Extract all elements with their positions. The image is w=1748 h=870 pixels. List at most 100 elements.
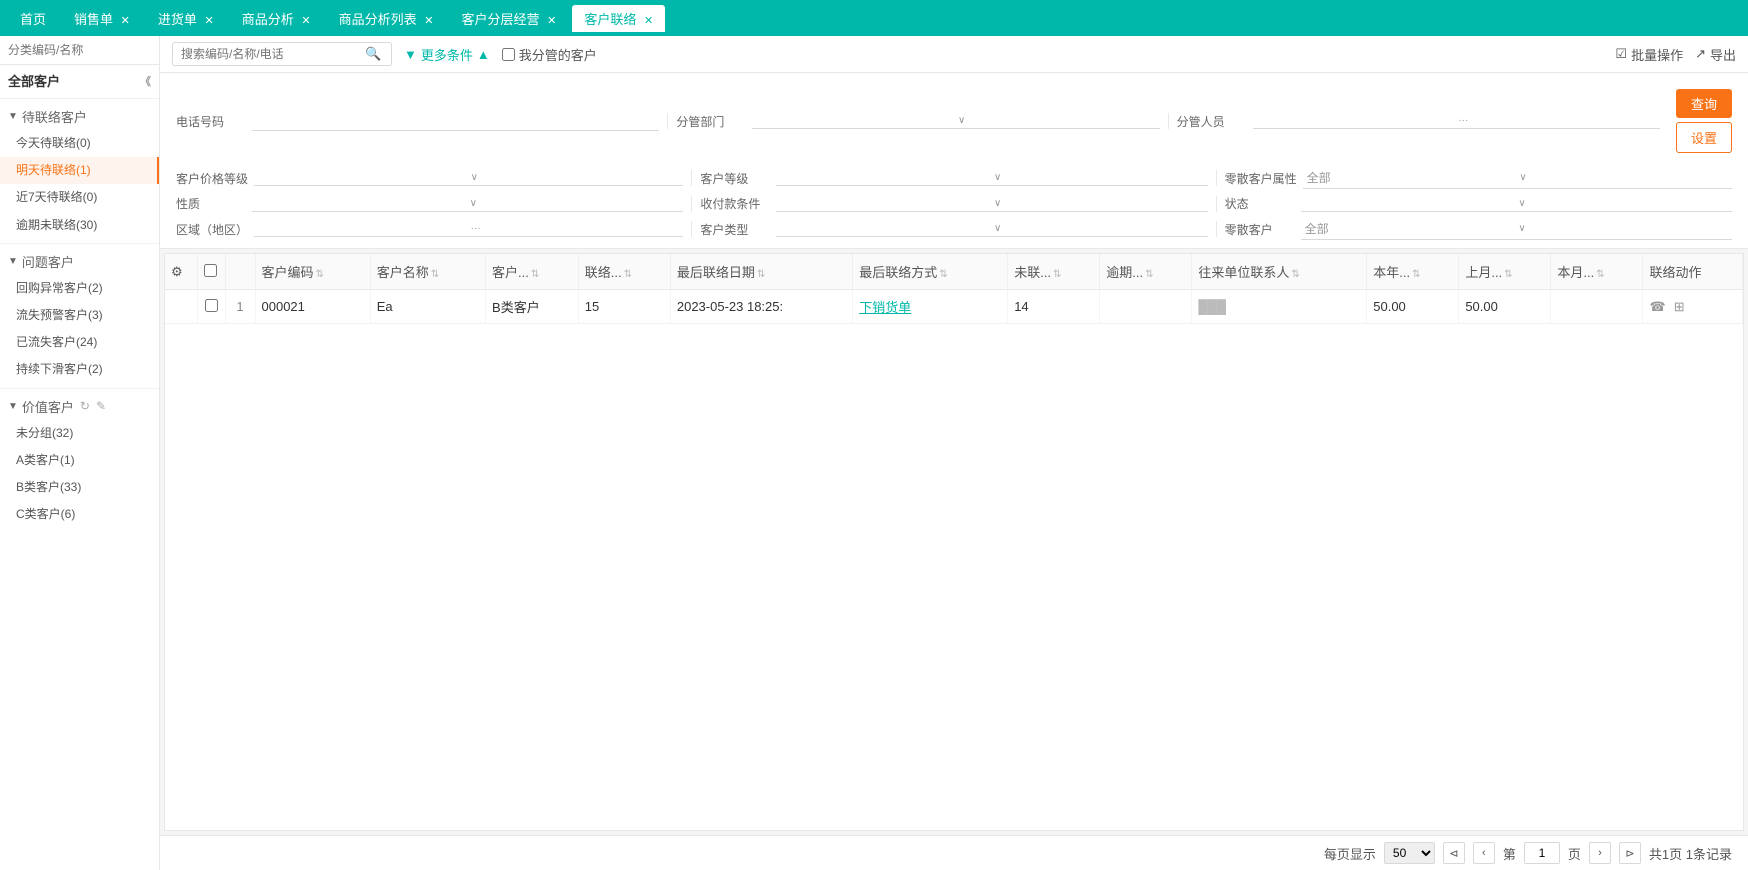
- nav-item-purchase[interactable]: 进货单 ✕: [146, 5, 226, 32]
- sidebar-problem-group[interactable]: ▼ 问题客户: [0, 248, 159, 275]
- th-contact[interactable]: 联络...⇅: [578, 254, 670, 290]
- th-checkbox[interactable]: [197, 254, 225, 290]
- th-name[interactable]: 客户名称⇅: [370, 254, 485, 290]
- main-layout: 🔍 全部客户 《 ▼ 待联络客户 今天待联络(0) 明天待联络(1) 近7天待联…: [0, 36, 1748, 870]
- filter-payment: 收付款条件 ∨: [700, 195, 1207, 212]
- filter-customer-value-select[interactable]: ∨: [254, 170, 683, 186]
- filter-area-select[interactable]: ···: [254, 221, 683, 237]
- page-input[interactable]: [1524, 842, 1560, 864]
- nav-home[interactable]: 首页: [8, 5, 58, 32]
- my-customer-checkbox[interactable]: 我分管的客户: [502, 45, 597, 64]
- sidebar-search-input[interactable]: [8, 43, 160, 57]
- sidebar-all-customers[interactable]: 全部客户 《: [0, 65, 159, 94]
- nav-close-purchase[interactable]: ✕: [205, 15, 214, 27]
- settings-btn[interactable]: 设置: [1676, 122, 1732, 153]
- sidebar-item-7days[interactable]: 近7天待联络(0): [0, 184, 159, 211]
- main-search-icon[interactable]: 🔍: [365, 46, 381, 62]
- last-page-btn[interactable]: ⊳: [1619, 842, 1641, 864]
- filter-customer-level-select[interactable]: ∨: [776, 170, 1207, 186]
- row-code[interactable]: 000021: [255, 290, 370, 324]
- row-select-checkbox[interactable]: [205, 299, 218, 312]
- filter-status-select[interactable]: ∨: [1301, 196, 1732, 212]
- sidebar-item-ungrouped[interactable]: 未分组(32): [0, 420, 159, 447]
- sidebar-item-tomorrow[interactable]: 明天待联络(1): [0, 157, 159, 184]
- th-gear[interactable]: ⚙: [165, 254, 197, 290]
- filter-divider-1: [667, 113, 668, 129]
- nav-item-customer-contact[interactable]: 客户联络 ✕: [572, 5, 665, 32]
- first-page-btn[interactable]: ⊲: [1443, 842, 1465, 864]
- row-type: B类客户: [486, 290, 579, 324]
- filter-panel: 电话号码 分管部门 ∨ 分管人员 ···: [160, 73, 1748, 249]
- nav-close-analysis-list[interactable]: ✕: [424, 15, 433, 27]
- main-search-input[interactable]: [181, 47, 361, 61]
- th-last-month[interactable]: 上月...⇅: [1459, 254, 1551, 290]
- action-grid-icon[interactable]: ⊞: [1674, 299, 1685, 315]
- sidebar-item-today[interactable]: 今天待联络(0): [0, 130, 159, 157]
- filter-retail-attr: 零散客户属性 全部 ∨: [1225, 167, 1732, 189]
- prev-page-btn[interactable]: ‹: [1473, 842, 1495, 864]
- filter-row-1: 电话号码 分管部门 ∨ 分管人员 ···: [176, 81, 1732, 161]
- filter-gender-label: 性质: [176, 195, 246, 212]
- filter-retail-select[interactable]: 全部 ∨: [1301, 218, 1732, 240]
- th-not-contacted[interactable]: 未联...⇅: [1008, 254, 1100, 290]
- filter-actions: 查询 设置: [1668, 81, 1732, 161]
- th-year[interactable]: 本年...⇅: [1367, 254, 1459, 290]
- per-page-select[interactable]: 50 100 200: [1384, 842, 1435, 864]
- row-overdue: [1100, 290, 1192, 324]
- filter-customer-type: 客户类型 ∨: [700, 221, 1207, 238]
- sidebar-item-abnormal[interactable]: 回购异常客户(2): [0, 275, 159, 302]
- filter-divider-7: [691, 221, 692, 237]
- filter-phone-input[interactable]: [252, 112, 659, 131]
- filter-retail-attr-select[interactable]: 全部 ∨: [1303, 167, 1732, 189]
- sidebar-item-churn-warning[interactable]: 流失预警客户(3): [0, 302, 159, 329]
- nav-item-sales[interactable]: 销售单 ✕: [62, 5, 142, 32]
- th-unit-contact[interactable]: 往来单位联系人⇅: [1192, 254, 1367, 290]
- sidebar-value-group[interactable]: ▼ 价值客户 ↻ ✎: [0, 393, 159, 420]
- th-code[interactable]: 客户编码⇅: [255, 254, 370, 290]
- select-all-checkbox[interactable]: [204, 264, 217, 277]
- more-filter-btn[interactable]: ▼ 更多条件 ▲: [404, 45, 490, 64]
- filter-person-select[interactable]: ···: [1253, 113, 1660, 129]
- filter-retail-attr-label: 零散客户属性: [1225, 170, 1297, 187]
- th-this-month[interactable]: 本月...⇅: [1551, 254, 1643, 290]
- nav-close-customer-contact[interactable]: ✕: [644, 15, 653, 27]
- th-type[interactable]: 客户...⇅: [486, 254, 579, 290]
- per-page-label: 每页显示: [1324, 844, 1376, 863]
- next-page-btn[interactable]: ›: [1589, 842, 1611, 864]
- row-checkbox[interactable]: [197, 290, 225, 324]
- batch-action-btn[interactable]: ☑ 批量操作: [1615, 45, 1683, 64]
- filter-dept-select[interactable]: ∨: [752, 113, 1159, 129]
- row-unit-contact: ███: [1192, 290, 1367, 324]
- nav-close-analysis[interactable]: ✕: [301, 15, 310, 27]
- nav-close-sales[interactable]: ✕: [121, 15, 130, 27]
- row-num: 1: [225, 290, 255, 324]
- th-overdue[interactable]: 逾期...⇅: [1100, 254, 1192, 290]
- sidebar-item-class-c[interactable]: C类客户(6): [0, 501, 159, 528]
- nav-item-analysis-list[interactable]: 商品分析列表 ✕: [327, 5, 446, 32]
- filter-gender-select[interactable]: ∨: [252, 196, 683, 212]
- sidebar-item-churned[interactable]: 已流失客户(24): [0, 329, 159, 356]
- action-phone-icon[interactable]: ☎: [1649, 299, 1665, 315]
- filter-person: 分管人员 ···: [1177, 113, 1660, 130]
- filter-customer-type-select[interactable]: ∨: [776, 221, 1207, 237]
- row-name[interactable]: Ea: [370, 290, 485, 324]
- row-not-contacted: 14: [1008, 290, 1100, 324]
- export-btn[interactable]: ↗ 导出: [1695, 45, 1736, 64]
- my-customer-check[interactable]: [502, 48, 515, 61]
- th-last-method[interactable]: 最后联络方式⇅: [853, 254, 1008, 290]
- sidebar-pending-group[interactable]: ▼ 待联络客户: [0, 103, 159, 130]
- th-last-date[interactable]: 最后联络日期⇅: [670, 254, 852, 290]
- nav-item-analysis[interactable]: 商品分析 ✕: [230, 5, 323, 32]
- row-last-method[interactable]: 下销货单: [853, 290, 1008, 324]
- row-contact: 15: [578, 290, 670, 324]
- nav-close-customer-tier[interactable]: ✕: [547, 15, 556, 27]
- nav-item-customer-tier[interactable]: 客户分层经营 ✕: [449, 5, 568, 32]
- sidebar-item-overdue[interactable]: 逾期未联络(30): [0, 212, 159, 239]
- filter-payment-select[interactable]: ∨: [776, 196, 1207, 212]
- sidebar-item-class-a[interactable]: A类客户(1): [0, 447, 159, 474]
- sidebar-item-class-b[interactable]: B类客户(33): [0, 474, 159, 501]
- filter-divider-3: [691, 170, 692, 186]
- export-icon: ↗: [1695, 46, 1706, 62]
- query-btn[interactable]: 查询: [1676, 89, 1732, 118]
- sidebar-item-declining[interactable]: 持续下滑客户(2): [0, 356, 159, 383]
